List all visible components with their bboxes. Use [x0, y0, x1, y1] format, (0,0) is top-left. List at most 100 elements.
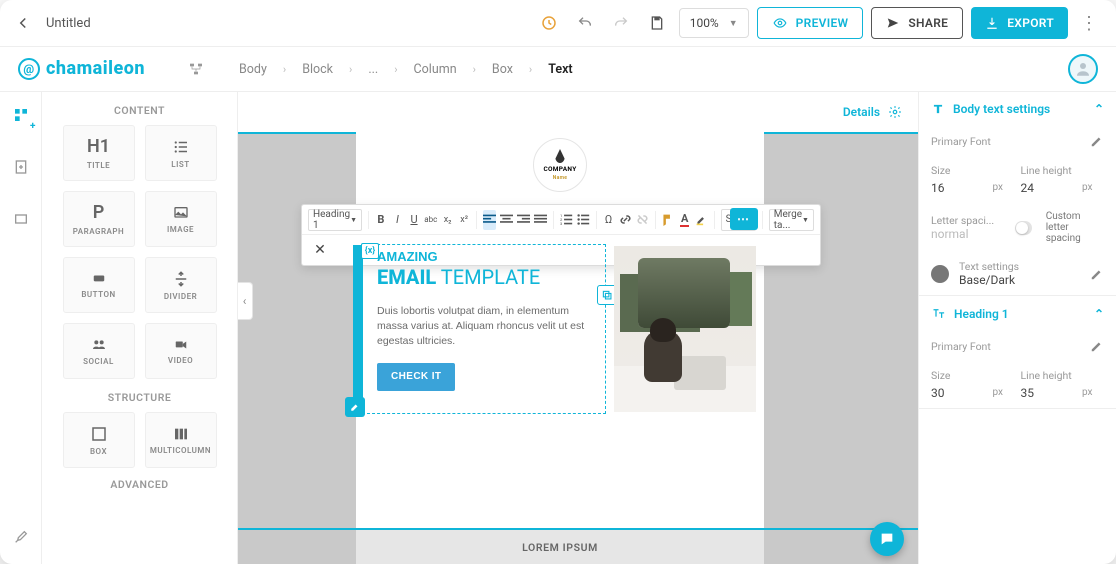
card-multicolumn[interactable]: MULTICOLUMN: [145, 412, 217, 468]
card-list[interactable]: LIST: [145, 125, 217, 181]
save-icon[interactable]: [643, 9, 671, 37]
breadcrumb: Body› Block› ...› Column› Box› Text: [239, 62, 573, 77]
edit-icon[interactable]: [345, 397, 365, 417]
section-heading1[interactable]: Heading 1 ⌃: [919, 296, 1116, 331]
rte-superscript-icon[interactable]: x²: [458, 210, 471, 230]
collapse-sidebar-icon[interactable]: ‹: [238, 282, 253, 320]
row-text-settings[interactable]: Text settings Base/Dark: [919, 252, 1116, 295]
card-divider[interactable]: DIVIDER: [145, 257, 217, 313]
rte-close-icon[interactable]: ✕: [308, 240, 328, 260]
crumb-box[interactable]: Box: [492, 62, 513, 77]
undo-icon[interactable]: [571, 9, 599, 37]
body-size-input[interactable]: 16: [931, 181, 945, 195]
email-frame[interactable]: COMPANY Name Heading 1▼ B I U abc x₂: [356, 132, 764, 530]
card-button[interactable]: BUTTON: [63, 257, 135, 313]
rte-link-icon[interactable]: [619, 210, 632, 230]
row-h-primary-font[interactable]: Primary Font: [919, 331, 1116, 361]
rte-italic-icon[interactable]: I: [391, 210, 404, 230]
card-title[interactable]: H1TITLE: [63, 125, 135, 181]
headline-small[interactable]: AMAZING: [377, 249, 597, 265]
content-panel: CONTENT H1TITLE LIST PPARAGRAPH IMAGE BU…: [42, 92, 238, 564]
chevron-up-icon: ⌃: [1094, 102, 1104, 116]
row-primary-font[interactable]: Primary Font: [919, 126, 1116, 156]
rte-highlight-icon[interactable]: [695, 210, 708, 230]
gear-icon[interactable]: [888, 105, 902, 119]
rte-list-ordered-icon[interactable]: 123: [560, 210, 573, 230]
rte-align-center-icon[interactable]: [500, 210, 513, 230]
h1-lineheight-input[interactable]: 35: [1021, 386, 1035, 400]
crumb-block[interactable]: Block: [302, 62, 333, 77]
rte-underline-icon[interactable]: U: [408, 210, 421, 230]
rte-heading-select[interactable]: Heading 1▼: [308, 209, 362, 231]
rte-text-color-icon[interactable]: A: [678, 210, 691, 230]
share-button[interactable]: SHARE: [871, 7, 963, 39]
rte-merge-select[interactable]: Merge ta...▼: [769, 209, 814, 231]
back-arrow-icon[interactable]: [14, 14, 38, 32]
crumb-body[interactable]: Body: [239, 62, 267, 77]
paragraph-text[interactable]: Duis lobortis volutpat diam, in elementu…: [377, 304, 597, 350]
details-link[interactable]: Details: [843, 105, 880, 119]
selection-handle[interactable]: [353, 245, 363, 413]
rte-unlink-icon[interactable]: [636, 210, 649, 230]
card-paragraph[interactable]: PPARAGRAPH: [63, 191, 135, 247]
chevron-up-icon: ⌃: [1094, 307, 1104, 321]
rte-list-bullet-icon[interactable]: [577, 210, 590, 230]
overflow-menu-icon[interactable]: ⋮: [1076, 13, 1102, 34]
rte-clear-icon[interactable]: abc: [424, 210, 437, 230]
hierarchy-icon[interactable]: [183, 56, 209, 82]
crumb-column[interactable]: Column: [414, 62, 457, 77]
tools-icon[interactable]: [1090, 134, 1104, 148]
rte-align-justify-icon[interactable]: [534, 210, 547, 230]
color-swatch-icon[interactable]: [931, 265, 949, 283]
document-title[interactable]: Untitled: [46, 16, 91, 31]
layout-icon[interactable]: [8, 206, 34, 232]
email-footer[interactable]: LOREM IPSUM: [356, 530, 764, 564]
at-icon: @: [18, 58, 40, 80]
body-lineheight-input[interactable]: 24: [1021, 181, 1035, 195]
block-actions-icon[interactable]: ⋯: [730, 208, 758, 230]
canvas-bottom-guide: [238, 528, 918, 530]
rte-align-right-icon[interactable]: [517, 210, 530, 230]
export-button[interactable]: EXPORT: [971, 7, 1068, 39]
redo-icon[interactable]: [607, 9, 635, 37]
card-box[interactable]: BOX: [63, 412, 135, 468]
tools-icon[interactable]: [8, 524, 34, 550]
crumb-text: Text: [548, 62, 572, 77]
details-bar: Details: [238, 92, 918, 132]
brand-logo[interactable]: @ chamaileon: [18, 58, 145, 80]
new-page-icon[interactable]: [8, 154, 34, 180]
blocks-panel-icon[interactable]: [8, 102, 34, 128]
rte-format-paint-icon[interactable]: [661, 210, 674, 230]
selected-text-block[interactable]: {x} AMAZING EMAIL TEMPLATE Duis lobortis…: [362, 244, 606, 414]
rte-align-left-icon[interactable]: [483, 210, 496, 230]
rte-subscript-icon[interactable]: x₂: [441, 210, 454, 230]
custom-letter-toggle[interactable]: [1015, 221, 1032, 235]
cta-button[interactable]: CHECK IT: [377, 363, 455, 391]
user-avatar[interactable]: [1068, 54, 1098, 84]
tools-icon[interactable]: [1090, 267, 1104, 281]
chevron-down-icon: ▼: [729, 18, 738, 29]
crumb-more[interactable]: ...: [368, 62, 378, 77]
history-icon[interactable]: [535, 9, 563, 37]
canvas[interactable]: ‹ COMPANY Name Heading 1▼ B I: [238, 132, 918, 564]
section-body-text[interactable]: Body text settings ⌃: [919, 92, 1116, 126]
h1-size-input[interactable]: 30: [931, 386, 945, 400]
card-social[interactable]: SOCIAL: [63, 323, 135, 379]
brandbar: @ chamaileon Body› Block› ...› Column› B…: [0, 47, 1116, 92]
content-heading: CONTENT: [114, 104, 165, 117]
chat-fab-icon[interactable]: [870, 522, 904, 556]
preview-button[interactable]: PREVIEW: [757, 7, 864, 39]
zoom-select[interactable]: 100% ▼: [679, 8, 749, 38]
topbar: Untitled 100% ▼ PREVIEW SHARE EXPORT: [0, 0, 1116, 47]
rte-bold-icon[interactable]: B: [375, 210, 388, 230]
tools-icon[interactable]: [1090, 339, 1104, 353]
rte-special-char-icon[interactable]: Ω: [602, 210, 615, 230]
card-image[interactable]: IMAGE: [145, 191, 217, 247]
headline-large[interactable]: EMAIL TEMPLATE: [377, 265, 597, 290]
card-video[interactable]: VIDEO: [145, 323, 217, 379]
company-logo-badge[interactable]: COMPANY Name: [533, 138, 587, 192]
app-root: Untitled 100% ▼ PREVIEW SHARE EXPORT: [0, 0, 1116, 564]
hero-image[interactable]: [614, 246, 756, 412]
advanced-heading: ADVANCED: [110, 478, 168, 491]
drop-icon: [555, 149, 565, 163]
